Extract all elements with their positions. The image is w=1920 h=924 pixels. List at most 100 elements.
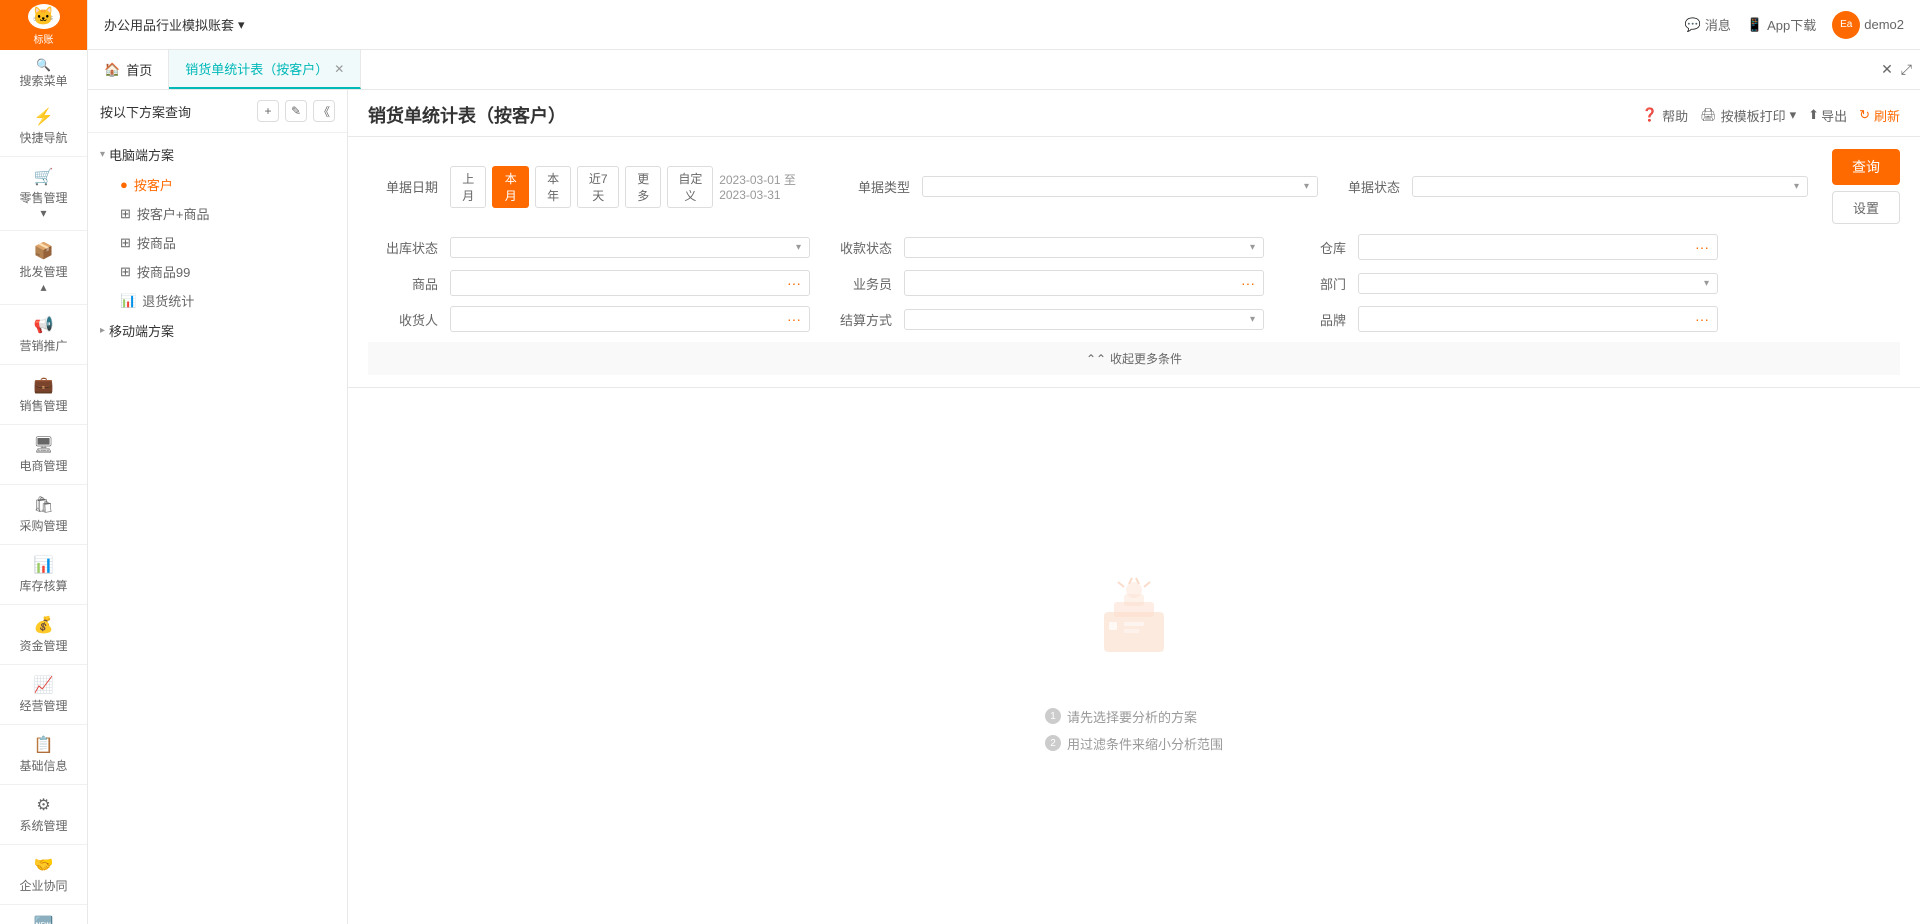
refresh-icon: ↻ <box>1859 107 1870 123</box>
sidebar-item-search[interactable]: 🔍 搜索菜单 <box>0 50 87 97</box>
sidebar-item-ecommerce[interactable]: 🖥 电商管理 <box>0 425 87 485</box>
empty-tip-2: 2 用过滤条件来缩小分析范围 <box>1045 734 1223 753</box>
download-icon: 📱 <box>1747 17 1763 33</box>
doc-type-select[interactable]: ▾ <box>922 176 1318 197</box>
export-btn[interactable]: ⬆ 导出 <box>1808 106 1847 125</box>
date-btn-lastmonth[interactable]: 上月 <box>450 166 486 208</box>
date-btn-thismonth[interactable]: 本月 <box>492 166 528 208</box>
mobile-scheme-header[interactable]: ▸ 移动端方案 <box>88 315 347 346</box>
industry-select[interactable]: 办公用品行业模拟账套 ▾ <box>104 15 245 34</box>
template-print-btn[interactable]: 🖨 按模板打印 ▾ <box>1700 106 1796 125</box>
sidebar-item-sales[interactable]: 💼 销售管理 <box>0 365 87 425</box>
date-btn-more[interactable]: 更多 <box>625 166 661 208</box>
department-select[interactable]: ▾ <box>1358 273 1718 294</box>
sidebar-item-newbie[interactable]: 🆕 新手引导 <box>0 905 87 924</box>
ecommerce-label: 电商管理 <box>19 457 67 474</box>
collect-status-label: 收款状态 <box>822 238 892 257</box>
tab-home[interactable]: 🏠 首页 <box>88 50 169 89</box>
pc-scheme-label: 电脑端方案 <box>109 145 174 164</box>
collapse-panel-btn[interactable]: 《 <box>313 100 335 122</box>
tree-collapse-icon: ▾ <box>100 149 105 160</box>
newbie-icon: 🆕 <box>34 915 54 924</box>
settle-select[interactable]: ▾ <box>904 309 1264 330</box>
template-print-icon: 🖨 <box>1700 107 1717 123</box>
help-icon: ❓ <box>1642 107 1658 123</box>
add-scheme-btn[interactable]: + <box>257 100 279 122</box>
pc-scheme-children: ● 按客户 ⊞ 按客户+商品 ⊞ 按商品 ⊞ 按商品99 <box>88 170 347 315</box>
sidebar-item-inventory[interactable]: 📊 库存核算 <box>0 545 87 605</box>
download-btn[interactable]: 📱 App下载 <box>1747 15 1816 34</box>
tab-home-label: 首页 <box>126 60 152 79</box>
date-range: 2023-03-01 至 2023-03-31 <box>719 171 828 202</box>
download-label: App下载 <box>1767 15 1816 34</box>
sales-label: 销售管理 <box>19 397 67 414</box>
sidebar-item-operations[interactable]: 📈 经营管理 <box>0 665 87 725</box>
sidebar-item-quicknav[interactable]: ⚡ 快捷导航 <box>0 97 87 157</box>
sidebar-item-finance[interactable]: 💰 资金管理 <box>0 605 87 665</box>
product-input[interactable]: ··· <box>450 270 810 296</box>
date-btn-7days[interactable]: 近7天 <box>577 166 619 208</box>
doc-status-select[interactable]: ▾ <box>1412 176 1808 197</box>
help-label: 帮助 <box>1662 106 1688 125</box>
tab-close-all-btn[interactable]: ✕ <box>1881 61 1893 78</box>
scheme-by-customer[interactable]: ● 按客户 <box>108 170 347 199</box>
template-print-arrow: ▾ <box>1790 107 1797 123</box>
scheme-by-customer-product[interactable]: ⊞ 按客户+商品 <box>108 199 347 228</box>
salesperson-input[interactable]: ··· <box>904 270 1264 296</box>
brand-label: 品牌 <box>1276 310 1346 329</box>
sidebar-item-wholesale[interactable]: 📦 批发管理 ▴ <box>0 231 87 305</box>
message-btn[interactable]: 💬 消息 <box>1685 15 1731 34</box>
username: demo2 <box>1864 17 1904 32</box>
scheme-return-stat[interactable]: 📊 退货统计 <box>108 286 347 315</box>
message-icon: 💬 <box>1685 17 1701 33</box>
inventory-icon: 📊 <box>34 555 54 575</box>
operations-icon: 📈 <box>34 675 54 695</box>
warehouse-dots: ··· <box>1695 239 1709 255</box>
customer-product-scheme-label: 按客户+商品 <box>137 204 210 223</box>
collect-status-select[interactable]: ▾ <box>904 237 1264 258</box>
scheme-by-product[interactable]: ⊞ 按商品 <box>108 228 347 257</box>
sidebar: 🐱 标账 🔍 搜索菜单 ⚡ 快捷导航 🛒 零售管理 ▾ 📦 批发管理 ▴ 📢 营… <box>0 0 88 924</box>
avatar: Ea <box>1832 11 1860 39</box>
enterprise-label: 企业协同 <box>19 877 67 894</box>
sidebar-item-retail[interactable]: 🛒 零售管理 ▾ <box>0 157 87 231</box>
help-btn[interactable]: ❓ 帮助 <box>1642 106 1688 125</box>
edit-scheme-btn[interactable]: ✎ <box>285 100 307 122</box>
return-scheme-icon: 📊 <box>120 293 136 309</box>
empty-tip-1: 1 请先选择要分析的方案 <box>1045 707 1223 726</box>
receiver-input[interactable]: ··· <box>450 306 810 332</box>
scheme-by-product-99[interactable]: ⊞ 按商品99 <box>108 257 347 286</box>
refresh-btn[interactable]: ↻ 刷新 <box>1859 106 1900 125</box>
tab-fullscreen-btn[interactable]: ⤢ <box>1901 61 1912 78</box>
tab-home-icon: 🏠 <box>104 62 120 78</box>
collapse-row[interactable]: ⌃⌃ 收起更多条件 <box>368 342 1900 375</box>
empty-illustration <box>1074 552 1194 672</box>
tab-close-btn[interactable]: ✕ <box>334 62 344 76</box>
collapse-icon: 《 <box>318 103 330 120</box>
mobile-scheme-label: 移动端方案 <box>109 321 174 340</box>
collapse-label: 收起更多条件 <box>1110 350 1182 367</box>
department-arrow: ▾ <box>1704 278 1709 289</box>
brand-input[interactable]: ··· <box>1358 306 1718 332</box>
topbar-right: 💬 消息 📱 App下载 Ea demo2 <box>1685 11 1904 39</box>
date-btn-thisyear[interactable]: 本年 <box>535 166 571 208</box>
date-btn-custom[interactable]: 自定义 <box>667 166 713 208</box>
sidebar-item-purchase[interactable]: 🛍 采购管理 <box>0 485 87 545</box>
out-status-select[interactable]: ▾ <box>450 237 810 258</box>
sidebar-item-basic[interactable]: 📋 基础信息 <box>0 725 87 785</box>
tab-sales-stat[interactable]: 销货单统计表（按客户） ✕ <box>169 50 361 89</box>
doc-status-arrow: ▾ <box>1794 181 1799 192</box>
user-area[interactable]: Ea demo2 <box>1832 11 1904 39</box>
sidebar-item-system[interactable]: ⚙ 系统管理 <box>0 785 87 845</box>
tip-text-2: 用过滤条件来缩小分析范围 <box>1067 734 1223 753</box>
pc-scheme-header[interactable]: ▾ 电脑端方案 <box>88 139 347 170</box>
export-icon: ⬆ <box>1808 107 1819 123</box>
out-status-arrow: ▾ <box>796 242 801 253</box>
sidebar-item-marketing[interactable]: 📢 营销推广 <box>0 305 87 365</box>
query-btn[interactable]: 查询 <box>1832 149 1900 185</box>
warehouse-input[interactable]: ··· <box>1358 234 1718 260</box>
filter-row-date: 单据日期 上月 本月 本年 近7天 更多 自定义 2023-03-01 至 20… <box>368 149 1900 224</box>
product-dots: ··· <box>787 275 801 291</box>
setting-btn[interactable]: 设置 <box>1832 191 1900 224</box>
sidebar-item-enterprise[interactable]: 🤝 企业协同 <box>0 845 87 905</box>
